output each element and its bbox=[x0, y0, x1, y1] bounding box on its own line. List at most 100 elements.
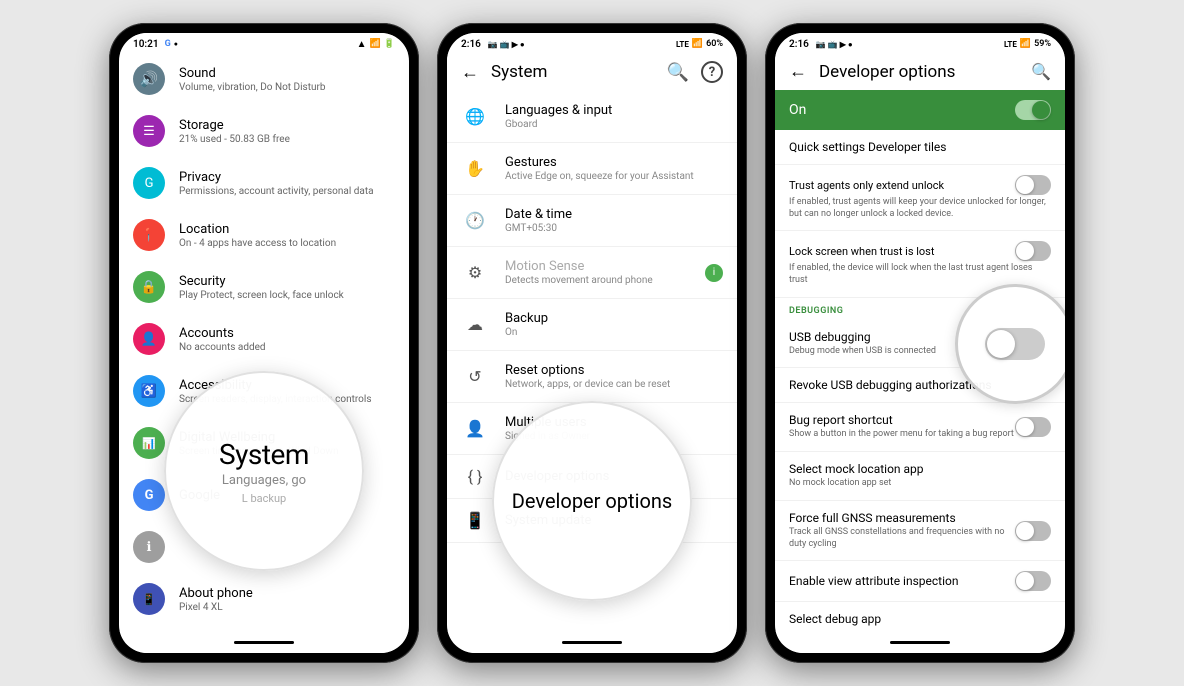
back-btn-2[interactable]: ← bbox=[461, 62, 479, 83]
settings-item-tips[interactable]: ? Tips & support Help articles, phone & … bbox=[119, 625, 409, 631]
bug-sub: Show a button in the power menu for taki… bbox=[789, 429, 1015, 441]
reset-text: Reset options Network, apps, or device c… bbox=[505, 363, 723, 390]
settings-item-sound[interactable]: 🔊 Sound Volume, vibration, Do Not Distur… bbox=[119, 53, 409, 105]
lte-2: LTE bbox=[676, 40, 689, 49]
lock-toggle[interactable] bbox=[1015, 241, 1051, 261]
settings-item-accounts[interactable]: 👤 Accounts No accounts added bbox=[119, 313, 409, 365]
help-btn-2[interactable]: ? bbox=[701, 61, 723, 83]
languages-title: Languages & input bbox=[505, 103, 723, 118]
developer-icon: { } bbox=[461, 467, 489, 486]
quick-title: Quick settings Developer tiles bbox=[789, 140, 946, 154]
wifi-icon-1: ▲ bbox=[357, 39, 367, 50]
nav-indicator-3 bbox=[890, 641, 950, 644]
privacy-sub: Permissions, account activity, personal … bbox=[179, 186, 395, 197]
dev-item-select[interactable]: Select debug app bbox=[775, 602, 1065, 631]
status-left-3: 2:16 📷 📺 ▶ ● bbox=[789, 39, 853, 50]
accessibility-icon: ♿ bbox=[133, 375, 165, 407]
menu-datetime[interactable]: 🕐 Date & time GMT+05:30 bbox=[447, 195, 737, 247]
security-icon: 🔒 bbox=[133, 271, 165, 303]
settings-text-sound: Sound Volume, vibration, Do Not Disturb bbox=[179, 66, 395, 93]
dev-on-toggle[interactable] bbox=[1015, 100, 1051, 120]
settings-item-privacy[interactable]: G Privacy Permissions, account activity,… bbox=[119, 157, 409, 209]
globe-icon: 🌐 bbox=[461, 107, 489, 126]
menu-motion[interactable]: ⚙ Motion Sense Detects movement around p… bbox=[447, 247, 737, 299]
clock-icon: 🕐 bbox=[461, 211, 489, 230]
phone-3: 2:16 📷 📺 ▶ ● LTE 📶 59% ← Developer optio… bbox=[765, 23, 1075, 663]
icons-2: 📷 📺 ▶ ● bbox=[488, 40, 525, 49]
icons-3: 📷 📺 ▶ ● bbox=[816, 40, 853, 49]
motion-title: Motion Sense bbox=[505, 259, 689, 274]
magnify-main-1: System bbox=[219, 438, 309, 471]
usb-toggle-circle bbox=[955, 284, 1065, 404]
phone-2-status-bar: 2:16 📷 📺 ▶ ● LTE 📶 60% bbox=[447, 33, 737, 53]
dev-item-gnss[interactable]: Force full GNSS measurements Track all G… bbox=[775, 501, 1065, 561]
select-title: Select debug app bbox=[789, 612, 1051, 626]
security-title: Security bbox=[179, 274, 395, 289]
back-btn-3[interactable]: ← bbox=[789, 61, 807, 82]
bug-toggle-knob bbox=[1016, 418, 1034, 436]
usb-toggle[interactable] bbox=[985, 328, 1045, 360]
phone-3-status-bar: 2:16 📷 📺 ▶ ● LTE 📶 59% bbox=[775, 33, 1065, 53]
view-toggle-knob bbox=[1016, 572, 1034, 590]
gestures-text: Gestures Active Edge on, squeeze for you… bbox=[505, 155, 723, 182]
notification-dot-1: ● bbox=[174, 40, 178, 48]
battery-3: 59% bbox=[1034, 39, 1051, 49]
google-icon: G bbox=[133, 479, 165, 511]
privacy-title: Privacy bbox=[179, 170, 395, 185]
sysupdate-icon: 📱 bbox=[461, 511, 489, 530]
magnify-sub-1: Languages, go bbox=[222, 473, 306, 488]
trust-toggle[interactable] bbox=[1015, 175, 1051, 195]
mock-title: Select mock location app bbox=[789, 462, 1051, 476]
accounts-title: Accounts bbox=[179, 326, 395, 341]
gnss-toggle[interactable] bbox=[1015, 521, 1051, 541]
dev-item-bug[interactable]: Bug report shortcut Show a button in the… bbox=[775, 403, 1065, 452]
phone-1-magnify: System Languages, go L backup bbox=[164, 371, 364, 571]
settings-text-privacy: Privacy Permissions, account activity, p… bbox=[179, 170, 395, 197]
settings-item-about[interactable]: 📱 About phone Pixel 4 XL bbox=[119, 573, 409, 625]
phone-2-magnify: Developer options bbox=[492, 401, 692, 601]
phone-2-content: 🌐 Languages & input Gboard ✋ Gestures Ac… bbox=[447, 91, 737, 631]
nav-indicator-1 bbox=[234, 641, 294, 644]
menu-reset[interactable]: ↺ Reset options Network, apps, or device… bbox=[447, 351, 737, 403]
settings-text-storage: Storage 21% used - 50.83 GB free bbox=[179, 118, 395, 145]
view-toggle[interactable] bbox=[1015, 571, 1051, 591]
dev-item-trust[interactable]: Trust agents only extend unlock If enabl… bbox=[775, 165, 1065, 231]
toggle-knob-on bbox=[1032, 101, 1050, 119]
dev-on-bar: On bbox=[775, 90, 1065, 130]
dev-item-mock[interactable]: Select mock location app No mock locatio… bbox=[775, 452, 1065, 501]
info-icon: ℹ bbox=[133, 531, 165, 563]
phone-2: 2:16 📷 📺 ▶ ● LTE 📶 60% ← System 🔍 ? 🌐 bbox=[437, 23, 747, 663]
dev-item-quick[interactable]: Quick settings Developer tiles bbox=[775, 130, 1065, 165]
view-text: Enable view attribute inspection bbox=[789, 574, 1015, 588]
sound-icon: 🔊 bbox=[133, 63, 165, 95]
dev-item-view[interactable]: Enable view attribute inspection bbox=[775, 561, 1065, 602]
menu-gestures[interactable]: ✋ Gestures Active Edge on, squeeze for y… bbox=[447, 143, 737, 195]
magnify-dev-text: Developer options bbox=[500, 489, 684, 513]
phone-1-nav bbox=[119, 631, 409, 653]
battery-2: 60% bbox=[706, 39, 723, 49]
settings-item-location[interactable]: 📍 Location On - 4 apps have access to lo… bbox=[119, 209, 409, 261]
settings-text-accounts: Accounts No accounts added bbox=[179, 326, 395, 353]
phone-1-screen: 10:21 G ● ▲ 📶 🔋 🔊 Sound Volume, vi bbox=[119, 33, 409, 653]
phone-1-content: 🔊 Sound Volume, vibration, Do Not Distur… bbox=[119, 53, 409, 631]
status-left-1: 10:21 G ● bbox=[133, 39, 178, 50]
settings-item-storage[interactable]: ☰ Storage 21% used - 50.83 GB free bbox=[119, 105, 409, 157]
g-logo-1: G bbox=[165, 39, 171, 49]
settings-item-security[interactable]: 🔒 Security Play Protect, screen lock, fa… bbox=[119, 261, 409, 313]
sound-sub: Volume, vibration, Do Not Disturb bbox=[179, 82, 395, 93]
datetime-text: Date & time GMT+05:30 bbox=[505, 207, 723, 234]
menu-languages[interactable]: 🌐 Languages & input Gboard bbox=[447, 91, 737, 143]
gnss-text: Force full GNSS measurements Track all G… bbox=[789, 511, 1015, 550]
multiuser-icon: 👤 bbox=[461, 419, 489, 438]
trust-title: Trust agents only extend unlock bbox=[789, 179, 1015, 192]
gesture-icon: ✋ bbox=[461, 159, 489, 178]
search-btn-3[interactable]: 🔍 bbox=[1031, 62, 1051, 81]
phone-3-screen: 2:16 📷 📺 ▶ ● LTE 📶 59% ← Developer optio… bbox=[775, 33, 1065, 653]
bug-toggle[interactable] bbox=[1015, 417, 1051, 437]
search-btn-2[interactable]: 🔍 bbox=[667, 62, 689, 83]
languages-text: Languages & input Gboard bbox=[505, 103, 723, 130]
storage-icon: ☰ bbox=[133, 115, 165, 147]
languages-sub: Gboard bbox=[505, 119, 723, 130]
backup-text: Backup On bbox=[505, 311, 723, 338]
menu-backup[interactable]: ☁ Backup On bbox=[447, 299, 737, 351]
